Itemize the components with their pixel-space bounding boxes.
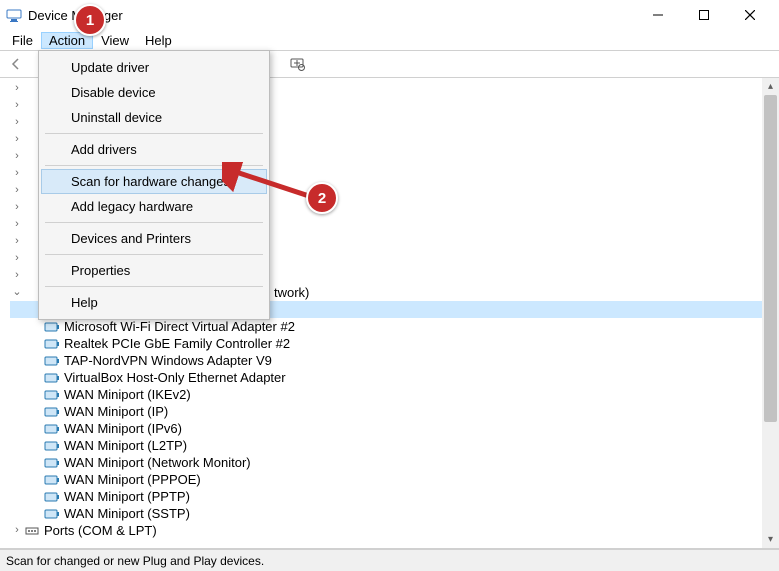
- expander-icon[interactable]: [10, 233, 24, 250]
- menu-separator: [45, 165, 263, 166]
- menu-separator: [45, 222, 263, 223]
- tree-category-ports[interactable]: Ports (COM & LPT): [10, 522, 779, 539]
- network-adapter-icon: [44, 438, 60, 454]
- expander-icon[interactable]: [10, 97, 24, 114]
- network-adapter-icon: [44, 472, 60, 488]
- expander-icon[interactable]: [10, 199, 24, 216]
- tree-label: WAN Miniport (PPPOE): [64, 471, 201, 488]
- expander-icon[interactable]: [10, 250, 24, 267]
- tree-item[interactable]: WAN Miniport (PPPOE): [10, 471, 779, 488]
- network-adapter-icon: [44, 336, 60, 352]
- annotation-badge-1: 1: [74, 4, 106, 36]
- menu-devices-and-printers[interactable]: Devices and Printers: [41, 226, 267, 251]
- menu-uninstall-device[interactable]: Uninstall device: [41, 105, 267, 130]
- back-button[interactable]: [4, 53, 28, 75]
- network-adapter-icon: [44, 421, 60, 437]
- tree-label: WAN Miniport (L2TP): [64, 437, 187, 454]
- ports-icon: [24, 523, 40, 539]
- tree-label: WAN Miniport (IPv6): [64, 420, 182, 437]
- network-adapter-icon: [44, 370, 60, 386]
- tree-label: WAN Miniport (PPTP): [64, 488, 190, 505]
- menu-help[interactable]: Help: [41, 290, 267, 315]
- tree-label: twork): [274, 284, 309, 301]
- tree-label: WAN Miniport (Network Monitor): [64, 454, 251, 471]
- network-adapter-icon: [44, 455, 60, 471]
- scan-hardware-icon[interactable]: [285, 53, 309, 75]
- tree-item[interactable]: WAN Miniport (L2TP): [10, 437, 779, 454]
- scroll-down-button[interactable]: ▾: [762, 531, 779, 548]
- tree-label: WAN Miniport (IKEv2): [64, 386, 191, 403]
- tree-item[interactable]: WAN Miniport (PPTP): [10, 488, 779, 505]
- tree-item[interactable]: Microsoft Wi-Fi Direct Virtual Adapter #…: [10, 318, 779, 335]
- menu-view[interactable]: View: [93, 32, 137, 49]
- menu-add-legacy-hardware[interactable]: Add legacy hardware: [41, 194, 267, 219]
- expander-icon[interactable]: [10, 148, 24, 165]
- menu-properties[interactable]: Properties: [41, 258, 267, 283]
- maximize-button[interactable]: [681, 0, 727, 30]
- annotation-badge-2: 2: [306, 182, 338, 214]
- minimize-button[interactable]: [635, 0, 681, 30]
- menu-add-drivers[interactable]: Add drivers: [41, 137, 267, 162]
- tree-label: Microsoft Wi-Fi Direct Virtual Adapter #…: [64, 318, 295, 335]
- tree-item[interactable]: WAN Miniport (SSTP): [10, 505, 779, 522]
- tree-label: Realtek PCIe GbE Family Controller #2: [64, 335, 290, 352]
- expander-icon[interactable]: [10, 216, 24, 233]
- menu-help[interactable]: Help: [137, 32, 180, 49]
- network-adapter-icon: [44, 506, 60, 522]
- statusbar: Scan for changed or new Plug and Play de…: [0, 549, 779, 571]
- expander-icon[interactable]: [10, 80, 24, 97]
- titlebar: Device Manager: [0, 0, 779, 30]
- menu-separator: [45, 254, 263, 255]
- scroll-up-button[interactable]: ▴: [762, 78, 779, 95]
- vertical-scrollbar[interactable]: ▴ ▾: [762, 78, 779, 548]
- scroll-thumb[interactable]: [764, 95, 777, 422]
- tree-label: VirtualBox Host-Only Ethernet Adapter: [64, 369, 286, 386]
- menubar: File Action View Help: [0, 30, 779, 50]
- action-menu-dropdown: Update driver Disable device Uninstall d…: [38, 50, 270, 320]
- tree-label: TAP-NordVPN Windows Adapter V9: [64, 352, 272, 369]
- close-button[interactable]: [727, 0, 773, 30]
- tree-item[interactable]: WAN Miniport (IKEv2): [10, 386, 779, 403]
- network-adapter-icon: [44, 353, 60, 369]
- network-adapter-icon: [44, 319, 60, 335]
- menu-scan-hardware-changes[interactable]: Scan for hardware changes: [41, 169, 267, 194]
- expander-icon[interactable]: [10, 182, 24, 199]
- tree-label: WAN Miniport (IP): [64, 403, 168, 420]
- tree-label: WAN Miniport (SSTP): [64, 505, 190, 522]
- tree-label: Ports (COM & LPT): [44, 522, 157, 539]
- network-adapter-icon: [44, 404, 60, 420]
- scroll-track[interactable]: [762, 95, 779, 531]
- menu-file[interactable]: File: [4, 32, 41, 49]
- tree-item[interactable]: Realtek PCIe GbE Family Controller #2: [10, 335, 779, 352]
- tree-item[interactable]: WAN Miniport (IP): [10, 403, 779, 420]
- device-manager-icon: [6, 7, 22, 23]
- expander-icon[interactable]: [10, 131, 24, 148]
- status-text: Scan for changed or new Plug and Play de…: [6, 554, 264, 568]
- tree-item[interactable]: VirtualBox Host-Only Ethernet Adapter: [10, 369, 779, 386]
- expander-icon[interactable]: [10, 114, 24, 131]
- network-adapter-icon: [44, 387, 60, 403]
- menu-separator: [45, 133, 263, 134]
- expander-icon[interactable]: [10, 284, 24, 301]
- menu-update-driver[interactable]: Update driver: [41, 55, 267, 80]
- expander-icon[interactable]: [10, 267, 24, 284]
- network-adapter-icon: [44, 489, 60, 505]
- tree-item[interactable]: WAN Miniport (Network Monitor): [10, 454, 779, 471]
- expander-icon[interactable]: [10, 165, 24, 182]
- tree-item[interactable]: WAN Miniport (IPv6): [10, 420, 779, 437]
- expander-icon[interactable]: [10, 522, 24, 539]
- menu-disable-device[interactable]: Disable device: [41, 80, 267, 105]
- menu-separator: [45, 286, 263, 287]
- tree-item[interactable]: TAP-NordVPN Windows Adapter V9: [10, 352, 779, 369]
